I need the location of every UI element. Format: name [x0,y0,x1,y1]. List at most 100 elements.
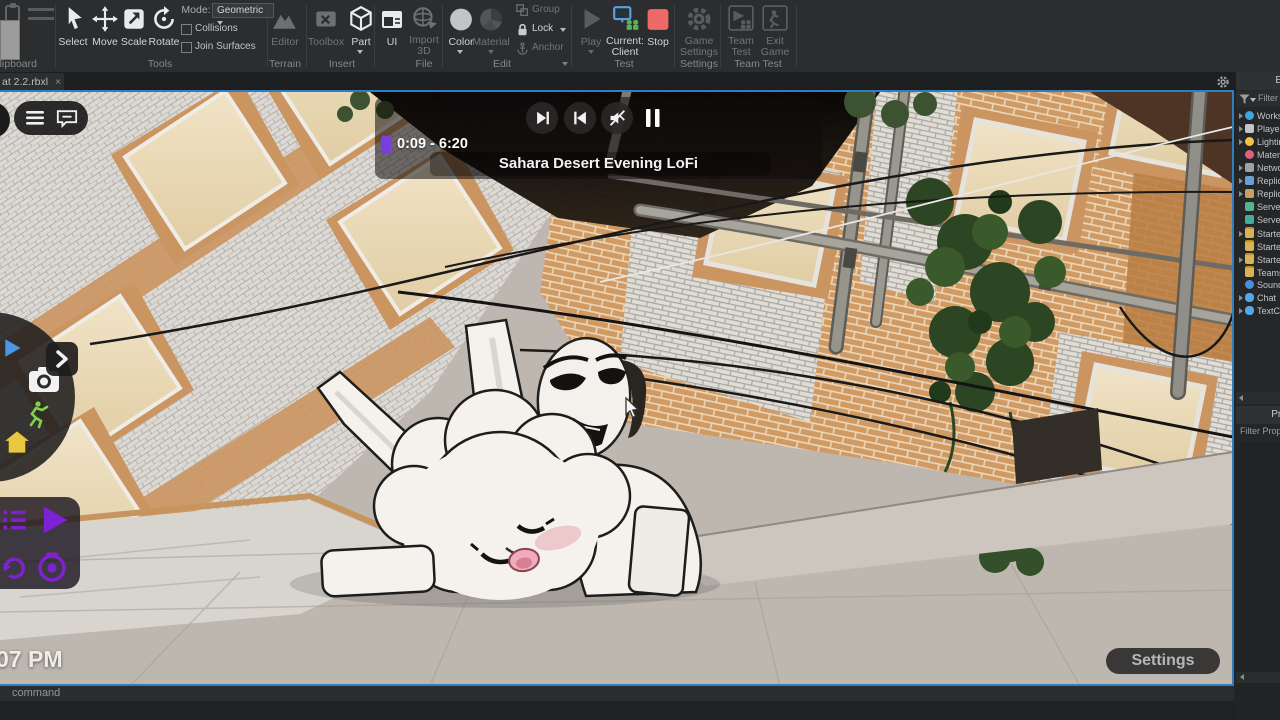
exit-game-icon [760,4,790,32]
explorer-item-starterplayer[interactable]: StarterPlayer [1236,253,1280,266]
toolbox-button[interactable] [310,5,342,33]
explorer-item-teams[interactable]: Teams [1236,266,1280,279]
expand-arrow-icon[interactable] [1239,126,1243,132]
terrain-editor-button[interactable] [270,5,300,33]
color-caret-icon[interactable] [457,50,463,54]
collisions-checkbox[interactable] [181,24,192,35]
tools-group-label: Tools [130,58,190,70]
scale-button[interactable] [119,5,149,33]
expand-arrow-icon[interactable] [1239,113,1243,119]
rotate-label: Rotate [146,36,182,48]
part-button[interactable] [346,5,376,33]
explorer-item-replicatedfirst[interactable]: ReplicatedFirst [1236,175,1280,188]
group-label: Group [532,4,568,15]
move-button[interactable] [90,5,120,33]
import-3d-button[interactable] [408,4,440,32]
expand-arrow-icon[interactable] [1239,139,1243,145]
explorer-item-label: Players [1257,124,1280,134]
part-caret-icon[interactable] [357,50,363,54]
color-button[interactable] [447,6,475,33]
loop-icon[interactable] [0,552,28,582]
pause-icon [645,108,661,128]
properties-hscrollbar[interactable] [1236,672,1280,683]
team-test-button[interactable] [726,4,756,32]
mute-icon [607,109,627,127]
mode-dropdown[interactable]: Geometric [212,3,274,18]
join-surfaces-checkbox[interactable] [181,42,192,53]
explorer-item-workspace[interactable]: Workspace [1236,110,1280,123]
group-icon [516,4,529,17]
material-caret-icon[interactable] [488,50,494,54]
explorer-item-serverstorage[interactable]: ServerStorage [1236,214,1280,227]
lock-icon [516,23,529,36]
skip-next-button[interactable] [526,102,558,134]
explorer-item-lighting[interactable]: Lighting [1236,136,1280,149]
pause-button[interactable] [645,108,661,128]
explorer-hscrollbar[interactable] [1236,392,1280,404]
ribbon-expand-icon[interactable] [562,62,568,66]
duplicate-shortcut[interactable] [28,17,54,20]
rotate-button[interactable] [148,5,180,33]
properties-filter-placeholder[interactable]: Filter Properties [1240,426,1280,436]
mute-button[interactable] [601,102,633,134]
document-tab[interactable]: at 2.2.rbxl × [0,73,64,92]
expand-arrow-icon[interactable] [1239,165,1243,171]
lock-button[interactable]: Lock [516,22,576,38]
explorer-item-players[interactable]: Players [1236,123,1280,136]
select-label: Select [56,36,90,48]
song-progress-bar[interactable] [381,136,391,154]
material-icon [477,6,505,33]
anchor-button[interactable]: Anchor [516,41,576,57]
game-settings-button[interactable] [684,5,714,33]
playlist-icon[interactable] [2,508,28,532]
play-button[interactable] [576,5,606,33]
expand-arrow-icon[interactable] [1239,257,1243,263]
group-button[interactable]: Group [516,3,576,19]
play-icon[interactable] [36,502,72,538]
import-3d-label2: 3D [406,45,442,57]
tab-close-icon[interactable]: × [55,76,61,88]
select-button[interactable] [56,5,90,33]
stop-button[interactable] [644,6,672,33]
scroll-left-icon [1240,674,1244,680]
chat-icon[interactable] [56,109,78,129]
ui-button[interactable] [378,7,406,33]
explorer-item-starterpack[interactable]: StarterPack [1236,240,1280,253]
explorer-item-startergui[interactable]: StarterGui [1236,227,1280,240]
map-icon[interactable] [2,336,26,360]
viewport-scene[interactable] [0,92,1233,686]
material-button[interactable] [477,6,505,33]
chevron-right-icon [54,349,70,369]
explorer-item-label: NetworkClient [1257,163,1280,173]
command-bar[interactable]: command [0,686,1234,701]
explorer-item-networkclient[interactable]: NetworkClient [1236,162,1280,175]
expand-arrow-icon[interactable] [1239,308,1243,314]
explorer-filter-row[interactable]: Filter workspace [1236,91,1280,107]
run-icon[interactable] [22,400,50,430]
explorer-item-serverscriptservice[interactable]: ServerScriptService [1236,201,1280,214]
expand-arrow-icon[interactable] [1239,191,1243,197]
expand-menu-button[interactable] [46,342,78,376]
copy-shortcut[interactable] [28,8,54,11]
expand-arrow-icon[interactable] [1239,295,1243,301]
anchor-icon [516,42,529,55]
current-client-button[interactable] [608,4,644,32]
explorer-item-replicatedstorage[interactable]: ReplicatedStorage [1236,188,1280,201]
skip-previous-button[interactable] [564,102,596,134]
paste-icon[interactable] [2,2,26,22]
explorer-item-label: Lighting [1257,137,1280,147]
settings-button[interactable]: Settings [1106,648,1220,674]
snapshot-camera-icon[interactable] [36,551,68,583]
insert-group-label: Insert [320,58,364,70]
serverstorage-icon [1245,215,1254,224]
exit-game-button[interactable] [760,4,790,32]
expand-arrow-icon[interactable] [1239,231,1243,237]
viewport-gear-icon[interactable] [1216,75,1230,89]
explorer-item-soundservice[interactable]: SoundService [1236,279,1280,292]
explorer-item-materialservice[interactable]: MaterialService [1236,149,1280,162]
expand-arrow-icon[interactable] [1239,178,1243,184]
explorer-item-textchatservice[interactable]: TextChatService [1236,305,1280,318]
menu-hamburger-icon[interactable] [26,111,46,125]
home-icon[interactable] [4,430,30,454]
explorer-item-chat[interactable]: Chat [1236,292,1280,305]
